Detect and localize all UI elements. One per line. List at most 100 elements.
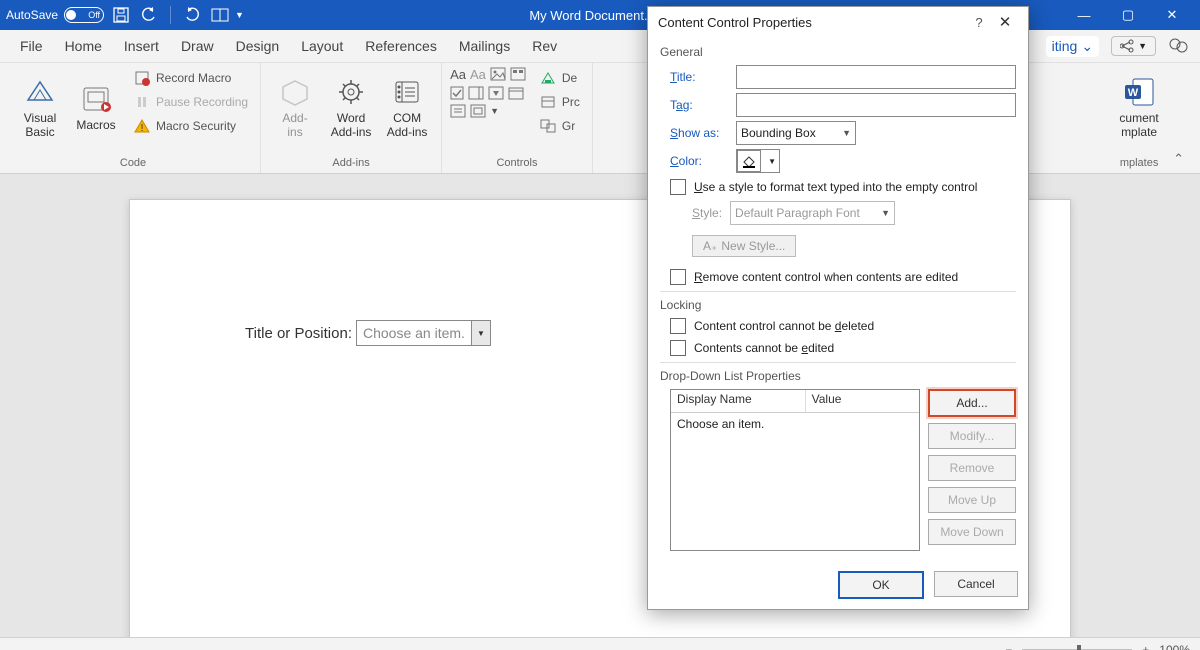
content-control-properties-dialog: Content Control Properties ? ✕ General T… xyxy=(647,6,1029,610)
document-template-button[interactable]: W cument mplate xyxy=(1113,67,1165,147)
editing-mode-label: iting xyxy=(1052,38,1078,54)
chevron-down-icon: ▼ xyxy=(1138,41,1147,51)
content-control-dropdown-icon[interactable] xyxy=(488,86,504,100)
remove-when-edited-checkbox[interactable] xyxy=(670,269,686,285)
dropdown-content-control[interactable]: Choose an item. ▼ xyxy=(356,320,491,346)
window-minimize-button[interactable]: — xyxy=(1062,0,1106,30)
zoom-level[interactable]: 100% xyxy=(1159,643,1190,650)
record-icon xyxy=(134,70,150,86)
group-button[interactable]: Gr xyxy=(536,115,584,137)
group-addins: Add- ins Word Add-ins COM Add-ins Add-in… xyxy=(261,63,442,173)
section-dropdown-list: Drop-Down List Properties xyxy=(660,369,1016,383)
color-picker[interactable]: ▼ xyxy=(736,149,780,173)
content-control-gallery-icon[interactable] xyxy=(510,67,526,82)
content-control-plain-icon[interactable]: Aa xyxy=(470,67,486,82)
cannot-edit-checkbox[interactable] xyxy=(670,340,686,356)
group-templates-label: mplates xyxy=(1120,155,1159,171)
title-input[interactable] xyxy=(736,65,1016,89)
window-maximize-button[interactable]: ▢ xyxy=(1106,0,1150,30)
toggle-switch-icon[interactable]: Off xyxy=(64,7,104,23)
reading-view-icon[interactable] xyxy=(209,4,231,26)
dialog-help-button[interactable]: ? xyxy=(966,15,992,30)
ok-button[interactable]: OK xyxy=(838,571,924,599)
svg-text:!: ! xyxy=(141,123,144,134)
group-code: Visual Basic Macros Record Macro Pause R… xyxy=(6,63,261,173)
share-button[interactable]: ▼ xyxy=(1111,36,1156,56)
tab-file[interactable]: File xyxy=(10,34,53,58)
collapse-ribbon-button[interactable]: ⌃ xyxy=(1173,63,1194,173)
color-label: Color: xyxy=(670,154,728,168)
cannot-delete-checkbox[interactable] xyxy=(670,318,686,334)
content-control-date-icon[interactable] xyxy=(508,86,524,100)
record-macro-button[interactable]: Record Macro xyxy=(130,67,252,89)
add-button[interactable]: Add... xyxy=(928,389,1016,417)
content-control-repeat-icon[interactable] xyxy=(450,104,466,118)
redo-icon[interactable] xyxy=(181,4,203,26)
tab-draw[interactable]: Draw xyxy=(171,34,224,58)
word-addins-button[interactable]: Word Add-ins xyxy=(325,67,377,147)
new-style-icon: A₊ xyxy=(703,239,717,253)
document-template-label: cument mplate xyxy=(1119,111,1158,139)
dialog-close-button[interactable]: ✕ xyxy=(992,13,1018,31)
modify-button: Modify... xyxy=(928,423,1016,449)
macro-security-button[interactable]: ! Macro Security xyxy=(130,115,252,137)
visual-basic-button[interactable]: Visual Basic xyxy=(14,67,66,147)
paint-bucket-icon xyxy=(737,150,761,172)
pause-recording-button: Pause Recording xyxy=(130,91,252,113)
content-control-combo-icon[interactable] xyxy=(468,86,484,100)
autosave-toggle[interactable]: AutoSave Off xyxy=(6,7,104,23)
content-control-checkbox-icon[interactable] xyxy=(450,86,464,100)
tab-review[interactable]: Rev xyxy=(522,34,567,58)
addins-button[interactable]: Add- ins xyxy=(269,67,321,147)
zoom-out-button[interactable]: − xyxy=(1005,643,1012,650)
chevron-down-icon[interactable]: ▼ xyxy=(490,106,499,116)
macros-icon xyxy=(79,82,113,116)
tab-design[interactable]: Design xyxy=(226,34,290,58)
document-title-text: My Word Document... xyxy=(529,8,654,23)
save-icon[interactable] xyxy=(110,4,132,26)
list-item[interactable]: Choose an item. xyxy=(671,413,919,435)
undo-icon[interactable] xyxy=(138,4,160,26)
macros-button[interactable]: Macros xyxy=(70,67,122,147)
design-mode-button[interactable]: De xyxy=(536,67,584,89)
comments-icon[interactable] xyxy=(1168,37,1190,55)
use-style-checkbox[interactable] xyxy=(670,179,686,195)
content-control-picture-icon[interactable] xyxy=(490,67,506,82)
group-button-label: Gr xyxy=(562,119,575,133)
chevron-down-icon[interactable]: ▼ xyxy=(235,10,244,20)
content-control-text-icon[interactable]: Aa xyxy=(450,67,466,82)
move-down-button: Move Down xyxy=(928,519,1016,545)
dropdown-placeholder: Choose an item. xyxy=(357,321,471,345)
field-label: Title or Position: xyxy=(245,325,352,342)
tab-layout[interactable]: Layout xyxy=(291,34,353,58)
dropdown-arrow-button[interactable]: ▼ xyxy=(471,321,490,345)
word-document-icon: W xyxy=(1122,75,1156,109)
design-mode-icon xyxy=(540,71,556,85)
section-general: General xyxy=(660,45,1016,59)
content-control-legacy-icon[interactable] xyxy=(470,104,486,118)
cancel-button[interactable]: Cancel xyxy=(934,571,1018,597)
new-style-button: A₊ New Style... xyxy=(692,235,796,257)
tag-input[interactable] xyxy=(736,93,1016,117)
properties-button[interactable]: Prc xyxy=(536,91,584,113)
properties-label: Prc xyxy=(562,95,580,109)
editing-mode[interactable]: iting ⌄ xyxy=(1046,36,1099,57)
dropdown-list-box[interactable]: Display Name Value Choose an item. xyxy=(670,389,920,551)
tab-insert[interactable]: Insert xyxy=(114,34,169,58)
svg-text:W: W xyxy=(1128,87,1139,99)
use-style-label: Use a style to format text typed into th… xyxy=(694,180,977,194)
style-label: Style: xyxy=(692,206,722,220)
move-up-button: Move Up xyxy=(928,487,1016,513)
showas-select[interactable]: Bounding Box▼ xyxy=(736,121,856,145)
tab-home[interactable]: Home xyxy=(55,34,112,58)
zoom-in-button[interactable]: + xyxy=(1142,643,1149,650)
content-control-field: Title or Position: Choose an item. ▼ xyxy=(245,320,491,346)
showas-value: Bounding Box xyxy=(741,126,816,140)
autosave-label: AutoSave xyxy=(6,8,58,22)
titlebar-right: — ▢ ✕ xyxy=(1010,0,1194,30)
window-close-button[interactable]: ✕ xyxy=(1150,0,1194,30)
tab-mailings[interactable]: Mailings xyxy=(449,34,520,58)
title-label: Title: xyxy=(670,70,728,84)
com-addins-button[interactable]: COM Add-ins xyxy=(381,67,433,147)
tab-references[interactable]: References xyxy=(355,34,447,58)
